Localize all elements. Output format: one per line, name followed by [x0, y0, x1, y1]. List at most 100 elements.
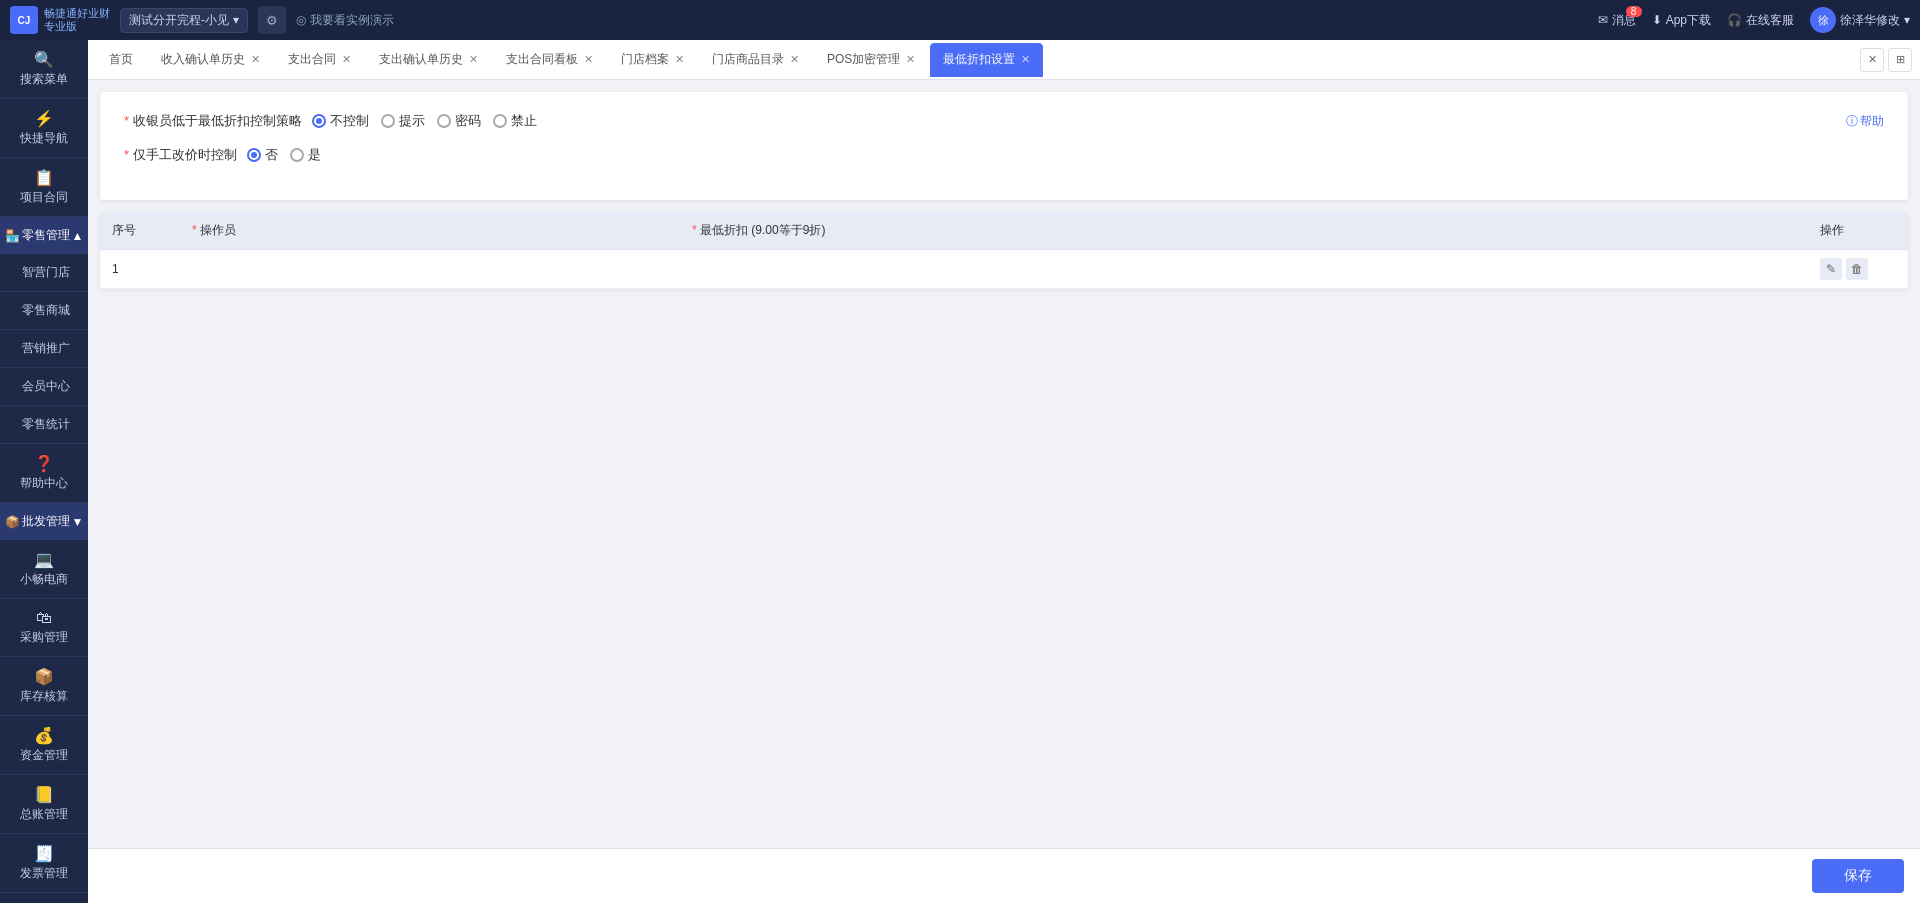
app-download-button[interactable]: ⬇ App下载: [1652, 12, 1711, 29]
clipboard-icon: 📋: [4, 168, 84, 187]
tab-home[interactable]: 首页: [96, 43, 146, 77]
sidebar-item-invoice-manage[interactable]: 🧾 发票管理: [0, 834, 88, 893]
sidebar-item-inventory-calc[interactable]: 📦 库存核算: [0, 657, 88, 716]
cell-operator[interactable]: [180, 250, 680, 289]
cell-min-discount[interactable]: [680, 250, 1808, 289]
table-wrapper: 序号 操作员 * 最低折扣 (9.00等于9折) 操作: [100, 212, 1908, 289]
policy-forbid[interactable]: 禁止: [493, 112, 537, 130]
cell-seq: 1: [100, 250, 180, 289]
policy-no-control[interactable]: 不控制: [312, 112, 369, 130]
operator-input[interactable]: [192, 262, 668, 276]
sidebar-item-member-center[interactable]: 会员中心: [0, 368, 88, 406]
col-header-min-discount: * 最低折扣 (9.00等于9折): [680, 212, 1808, 250]
project-selector[interactable]: 测试分开完程-小见 ▾: [120, 8, 248, 33]
tab-close-store-product-catalog[interactable]: ✕: [790, 53, 799, 66]
messages-badge: 8: [1626, 6, 1642, 17]
logo-icon: CJ: [10, 6, 38, 34]
sidebar: 🔍 搜索菜单 ⚡ 快捷导航 📋 项目合同 🏪 零售管理 ▲ 智营门店 零售商城 …: [0, 40, 88, 903]
tab-store-product-catalog[interactable]: 门店商品目录 ✕: [699, 43, 812, 77]
tab-pos-encrypt-manage[interactable]: POS加密管理 ✕: [814, 43, 928, 77]
cell-action: ✎ 🗑: [1808, 250, 1908, 289]
expand-icon2: ▼: [72, 515, 84, 529]
tab-store-profile[interactable]: 门店档案 ✕: [608, 43, 697, 77]
ledger-icon: 📒: [4, 785, 84, 804]
sidebar-item-purchase-manage[interactable]: 🛍 采购管理: [0, 599, 88, 657]
radio-hint-circle: [381, 114, 395, 128]
avatar: 徐: [1810, 7, 1836, 33]
page-content: 收银员低于最低折扣控制策略 不控制 提示 密码: [88, 80, 1920, 848]
search-icon: 🔍: [4, 50, 84, 69]
app-logo: CJ 畅捷通好业财 专业版: [10, 6, 110, 34]
sidebar-item-batch-manage[interactable]: 📦 批发管理 ▼: [0, 503, 88, 540]
tab-close-payment-confirm-history[interactable]: ✕: [469, 53, 478, 66]
sidebar-item-retail-mall[interactable]: 零售商城: [0, 292, 88, 330]
sidebar-item-marketing[interactable]: 营销推广: [0, 330, 88, 368]
table-header-row: 序号 操作员 * 最低折扣 (9.00等于9折) 操作: [100, 212, 1908, 250]
tab-income-confirm-history[interactable]: 收入确认单历史 ✕: [148, 43, 273, 77]
tab-close-min-discount-settings[interactable]: ✕: [1021, 53, 1030, 66]
shopping-icon: 🛍: [4, 609, 84, 627]
sidebar-item-project-contract[interactable]: 📋 项目合同: [0, 158, 88, 217]
inventory-icon: 📦: [4, 667, 84, 686]
sidebar-item-retail-stats[interactable]: 零售统计: [0, 406, 88, 444]
tab-close-store-profile[interactable]: ✕: [675, 53, 684, 66]
tab-payment-contract-board[interactable]: 支出合同看板 ✕: [493, 43, 606, 77]
manual-price-no[interactable]: 否: [247, 146, 278, 164]
demo-link[interactable]: ◎ 我要看实例演示: [296, 12, 394, 29]
user-menu[interactable]: 徐 徐泽华修改 ▾: [1810, 7, 1910, 33]
policy-hint[interactable]: 提示: [381, 112, 425, 130]
tab-bar: 首页 收入确认单历史 ✕ 支出合同 ✕ 支出确认单历史 ✕ 支出合同看板 ✕ 门…: [88, 40, 1920, 80]
radio-forbid-circle: [493, 114, 507, 128]
sidebar-item-smart-store[interactable]: 智营门店: [0, 254, 88, 292]
tab-bar-actions: ✕ ⊞: [1860, 48, 1912, 72]
table-card: 序号 操作员 * 最低折扣 (9.00等于9折) 操作: [100, 212, 1908, 289]
sidebar-item-ecommerce[interactable]: 💻 小畅电商: [0, 540, 88, 599]
edit-row-button[interactable]: ✎: [1820, 258, 1842, 280]
manual-price-yes[interactable]: 是: [290, 146, 321, 164]
policy-password[interactable]: 密码: [437, 112, 481, 130]
tab-expand-button[interactable]: ⊞: [1888, 48, 1912, 72]
tab-close-income-confirm-history[interactable]: ✕: [251, 53, 260, 66]
tab-payment-contract[interactable]: 支出合同 ✕: [275, 43, 364, 77]
sidebar-item-fund-manage[interactable]: 💰 资金管理: [0, 716, 88, 775]
table-row: 1 ✎: [100, 250, 1908, 289]
store-icon: 🏪: [5, 229, 20, 243]
tab-close-payment-contract-board[interactable]: ✕: [584, 53, 593, 66]
help-icon: ❓: [4, 454, 84, 473]
sidebar-item-search[interactable]: 🔍 搜索菜单: [0, 40, 88, 99]
col-header-operator: 操作员: [180, 212, 680, 250]
sidebar-item-quick-nav[interactable]: ⚡ 快捷导航: [0, 99, 88, 158]
gear-icon: ⚙: [266, 13, 278, 28]
tab-close-all-button[interactable]: ✕: [1860, 48, 1884, 72]
sidebar-item-ledger-manage[interactable]: 📒 总账管理: [0, 775, 88, 834]
main-layout: 🔍 搜索菜单 ⚡ 快捷导航 📋 项目合同 🏪 零售管理 ▲ 智营门店 零售商城 …: [0, 40, 1920, 903]
action-icons: ✎ 🗑: [1820, 258, 1896, 280]
col-header-discount-required: *: [692, 223, 700, 237]
sidebar-item-tax-manage[interactable]: 📑 税务管理: [0, 893, 88, 903]
tab-min-discount-settings[interactable]: 最低折扣设置 ✕: [930, 43, 1043, 77]
sidebar-item-help-center[interactable]: ❓ 帮助中心: [0, 444, 88, 503]
manual-price-radio-group: 否 是: [247, 146, 321, 164]
settings-button[interactable]: ⚙: [258, 6, 286, 34]
radio-manual-yes-circle: [290, 148, 304, 162]
top-bar: CJ 畅捷通好业财 专业版 测试分开完程-小见 ▾ ⚙ ◎ 我要看实例演示 ✉ …: [0, 0, 1920, 40]
demo-icon: ◎: [296, 13, 306, 27]
discount-table: 序号 操作员 * 最低折扣 (9.00等于9折) 操作: [100, 212, 1908, 289]
invoice-icon: 🧾: [4, 844, 84, 863]
user-chevron-icon: ▾: [1904, 13, 1910, 27]
chevron-down-icon: ▾: [233, 13, 239, 27]
message-icon: ✉: [1598, 13, 1608, 27]
save-button[interactable]: 保存: [1812, 859, 1904, 893]
sidebar-item-retail-manage[interactable]: 🏪 零售管理 ▲: [0, 217, 88, 254]
tab-close-pos-encrypt-manage[interactable]: ✕: [906, 53, 915, 66]
tab-close-payment-contract[interactable]: ✕: [342, 53, 351, 66]
help-link[interactable]: ⓘ 帮助: [1846, 113, 1884, 130]
tab-payment-confirm-history[interactable]: 支出确认单历史 ✕: [366, 43, 491, 77]
messages-button[interactable]: ✉ 消息 8: [1598, 12, 1636, 29]
delete-row-button[interactable]: 🗑: [1846, 258, 1868, 280]
col-header-action: 操作: [1808, 212, 1908, 250]
customer-service-button[interactable]: 🎧 在线客服: [1727, 12, 1794, 29]
policy-row: 收银员低于最低折扣控制策略 不控制 提示 密码: [124, 112, 1884, 130]
package-icon: 📦: [5, 515, 20, 529]
min-discount-input[interactable]: [692, 262, 1796, 276]
